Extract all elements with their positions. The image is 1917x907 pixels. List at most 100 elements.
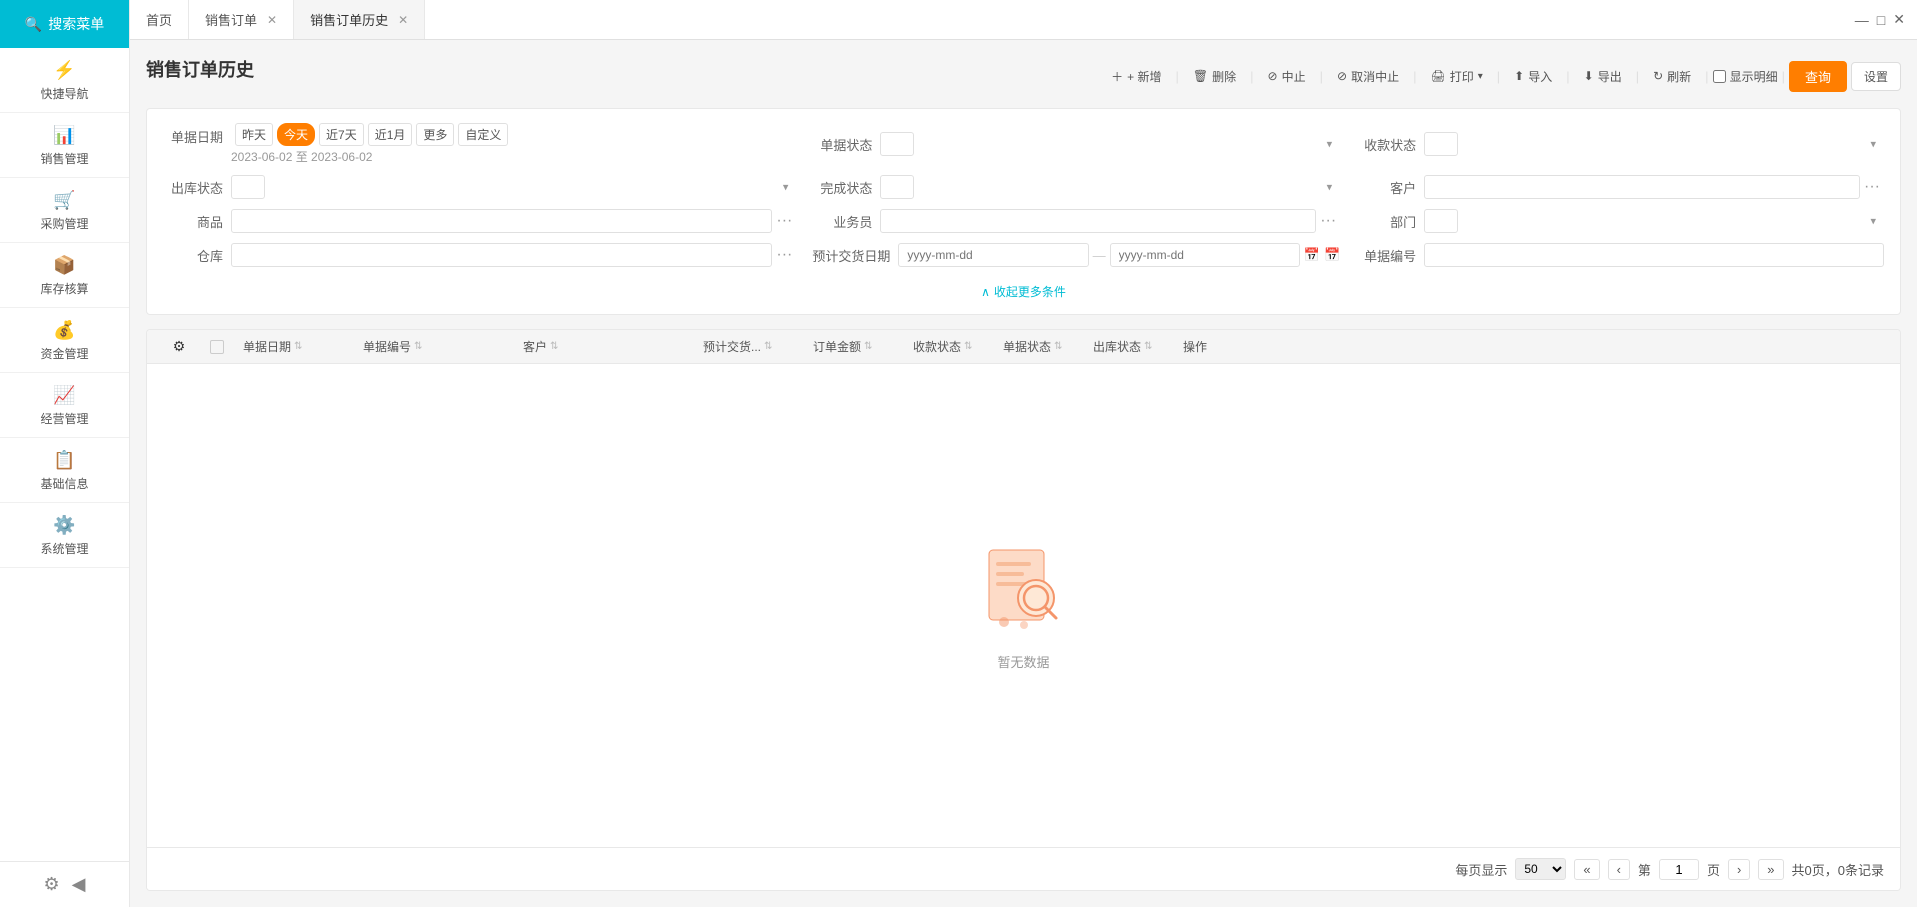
salesperson-input[interactable] — [880, 209, 1316, 233]
collapse-row[interactable]: ∧ 收起更多条件 — [163, 277, 1884, 300]
sidebar-item-quick-nav[interactable]: ⚡ 快捷导航 — [0, 48, 129, 113]
page-first-button[interactable]: « — [1574, 859, 1599, 880]
tab-sales-order-history-close[interactable]: ✕ — [398, 13, 408, 27]
col-header-num[interactable]: 单据编号 ⇅ — [355, 338, 515, 355]
filter-receipt-status-group: 收款状态 — [1356, 132, 1884, 156]
import-icon: ⬆ — [1514, 69, 1524, 83]
settings-button[interactable]: 设置 — [1851, 62, 1901, 91]
col-header-delivery[interactable]: 预计交货... ⇅ — [695, 338, 805, 355]
import-button[interactable]: ⬆ 导入 — [1504, 63, 1562, 90]
date-today[interactable]: 今天 — [277, 123, 315, 146]
sidebar-search[interactable]: 🔍 搜索菜单 — [0, 0, 129, 48]
sort-status-icon: ⇅ — [1054, 341, 1062, 352]
tab-sales-order[interactable]: 销售订单 ✕ — [189, 0, 294, 39]
table-settings-icon[interactable]: ⚙ — [173, 338, 186, 355]
window-maximize-icon[interactable]: □ — [1877, 12, 1885, 28]
page-next-button[interactable]: › — [1728, 859, 1750, 880]
sales-mgmt-icon: 📊 — [53, 125, 75, 146]
sidebar-item-finance[interactable]: 💰 资金管理 — [0, 308, 129, 373]
display-cols-checkbox[interactable] — [1713, 70, 1726, 83]
customer-input[interactable] — [1424, 175, 1860, 199]
stop-button[interactable]: ⊘ 中止 — [1258, 63, 1316, 90]
export-icon: ⬇ — [1584, 69, 1594, 83]
warehouse-input[interactable] — [231, 243, 772, 267]
main-area: 首页 销售订单 ✕ 销售订单历史 ✕ — □ ✕ 销售订单历史 ＋ + 新增 | — [130, 0, 1917, 907]
goods-dots[interactable]: ··· — [772, 212, 796, 230]
calendar-icon-2[interactable]: 📅 — [1324, 247, 1340, 263]
filter-dept-group: 部门 — [1356, 209, 1884, 233]
table-card: ⚙ 单据日期 ⇅ 单据编号 ⇅ 客户 ⇅ 预计交货... — [146, 329, 1901, 891]
customer-dots[interactable]: ··· — [1860, 178, 1884, 196]
delivery-date-to[interactable] — [1110, 243, 1300, 267]
refresh-button[interactable]: ↻ 刷新 — [1643, 63, 1701, 90]
table-header: ⚙ 单据日期 ⇅ 单据编号 ⇅ 客户 ⇅ 预计交货... — [147, 330, 1900, 364]
date-7days[interactable]: 近7天 — [319, 123, 364, 146]
tab-home[interactable]: 首页 — [130, 0, 189, 39]
page-input[interactable] — [1659, 859, 1699, 880]
col-header-receipt[interactable]: 收款状态 ⇅ — [905, 338, 995, 355]
total-text: 共0页，0条记录 — [1792, 860, 1884, 879]
dept-select[interactable] — [1424, 209, 1458, 233]
collapse-label: 收起更多条件 — [994, 283, 1066, 300]
goods-input[interactable] — [231, 209, 772, 233]
date-custom[interactable]: 自定义 — [458, 123, 508, 146]
filter-salesperson-group: 业务员 ··· — [812, 209, 1356, 233]
add-button[interactable]: ＋ + 新增 — [1101, 63, 1171, 90]
dept-select-wrap — [1424, 209, 1884, 233]
delivery-dash: — — [1093, 248, 1106, 263]
sidebar-item-inventory[interactable]: 📦 库存核算 — [0, 243, 129, 308]
page-last-button[interactable]: » — [1758, 859, 1783, 880]
tabs-bar: 首页 销售订单 ✕ 销售订单历史 ✕ — □ ✕ — [130, 0, 1917, 40]
date-yesterday[interactable]: 昨天 — [235, 123, 273, 146]
settings-icon[interactable]: ⚙ — [44, 874, 60, 895]
page-size-select[interactable]: 50 10 20 100 — [1515, 858, 1566, 880]
cancel-stop-button[interactable]: ⊘ 取消中止 — [1327, 63, 1409, 90]
empty-state: 暂无数据 — [934, 500, 1114, 711]
quick-nav-icon: ⚡ — [53, 60, 75, 81]
date-range: 2023-06-02 至 2023-06-02 — [231, 148, 508, 165]
delete-button[interactable]: 🗑 删除 — [1183, 63, 1246, 90]
date-quick-buttons: 昨天 今天 近7天 近1月 更多 自定义 — [235, 123, 508, 146]
print-button[interactable]: 🖨 打印 ▾ — [1420, 63, 1492, 90]
sidebar-item-base-info[interactable]: 📋 基础信息 — [0, 438, 129, 503]
calendar-icon-1[interactable]: 📅 — [1304, 247, 1320, 263]
window-close-icon[interactable]: ✕ — [1893, 11, 1905, 28]
sidebar-item-sales-mgmt[interactable]: 📊 销售管理 — [0, 113, 129, 178]
delivery-date-from[interactable] — [898, 243, 1088, 267]
out-status-select[interactable] — [231, 175, 265, 199]
col-header-amount[interactable]: 订单金额 ⇅ — [805, 338, 905, 355]
sidebar: 🔍 搜索菜单 ⚡ 快捷导航 📊 销售管理 🛒 采购管理 📦 库存核算 💰 资金管… — [0, 0, 130, 907]
status-select[interactable] — [880, 132, 914, 156]
page-prev-button[interactable]: ‹ — [1608, 859, 1630, 880]
filter-row-1: 单据日期 昨天 今天 近7天 近1月 更多 自定义 2023-06-02 至 2… — [163, 123, 1884, 165]
filter-date-group: 单据日期 昨天 今天 近7天 近1月 更多 自定义 2023-06-02 至 2… — [163, 123, 812, 165]
tab-sales-order-close[interactable]: ✕ — [267, 13, 277, 27]
salesperson-dots[interactable]: ··· — [1316, 212, 1340, 230]
sidebar-item-purchase-mgmt[interactable]: 🛒 采购管理 — [0, 178, 129, 243]
select-all-checkbox[interactable] — [210, 340, 224, 354]
docnum-input[interactable] — [1424, 243, 1884, 267]
date-more[interactable]: 更多 — [416, 123, 454, 146]
col-header-out[interactable]: 出库状态 ⇅ — [1085, 338, 1175, 355]
warehouse-dots[interactable]: ··· — [772, 246, 796, 264]
complete-status-label: 完成状态 — [812, 178, 872, 197]
tab-sales-order-history[interactable]: 销售订单历史 ✕ — [294, 0, 425, 39]
date-1month[interactable]: 近1月 — [368, 123, 413, 146]
receipt-status-select[interactable] — [1424, 132, 1458, 156]
add-icon: ＋ — [1111, 68, 1123, 85]
collapse-up-icon: ∧ — [981, 285, 990, 299]
sidebar-item-operations[interactable]: 📈 经营管理 — [0, 373, 129, 438]
col-header-client[interactable]: 客户 ⇅ — [515, 338, 695, 355]
window-minimize-icon[interactable]: — — [1855, 12, 1869, 28]
complete-status-select[interactable] — [880, 175, 914, 199]
export-button[interactable]: ⬇ 导出 — [1574, 63, 1632, 90]
filter-docnum-group: 单据编号 — [1356, 243, 1884, 267]
query-button[interactable]: 查询 — [1789, 61, 1847, 92]
col-header-ops: 操作 — [1175, 338, 1888, 355]
sort-amount-icon: ⇅ — [864, 341, 872, 352]
sidebar-item-sys-mgmt[interactable]: ⚙️ 系统管理 — [0, 503, 129, 568]
out-status-select-wrap — [231, 175, 796, 199]
col-header-status[interactable]: 单据状态 ⇅ — [995, 338, 1085, 355]
collapse-icon[interactable]: ◀ — [72, 874, 86, 895]
col-header-date[interactable]: 单据日期 ⇅ — [235, 338, 355, 355]
